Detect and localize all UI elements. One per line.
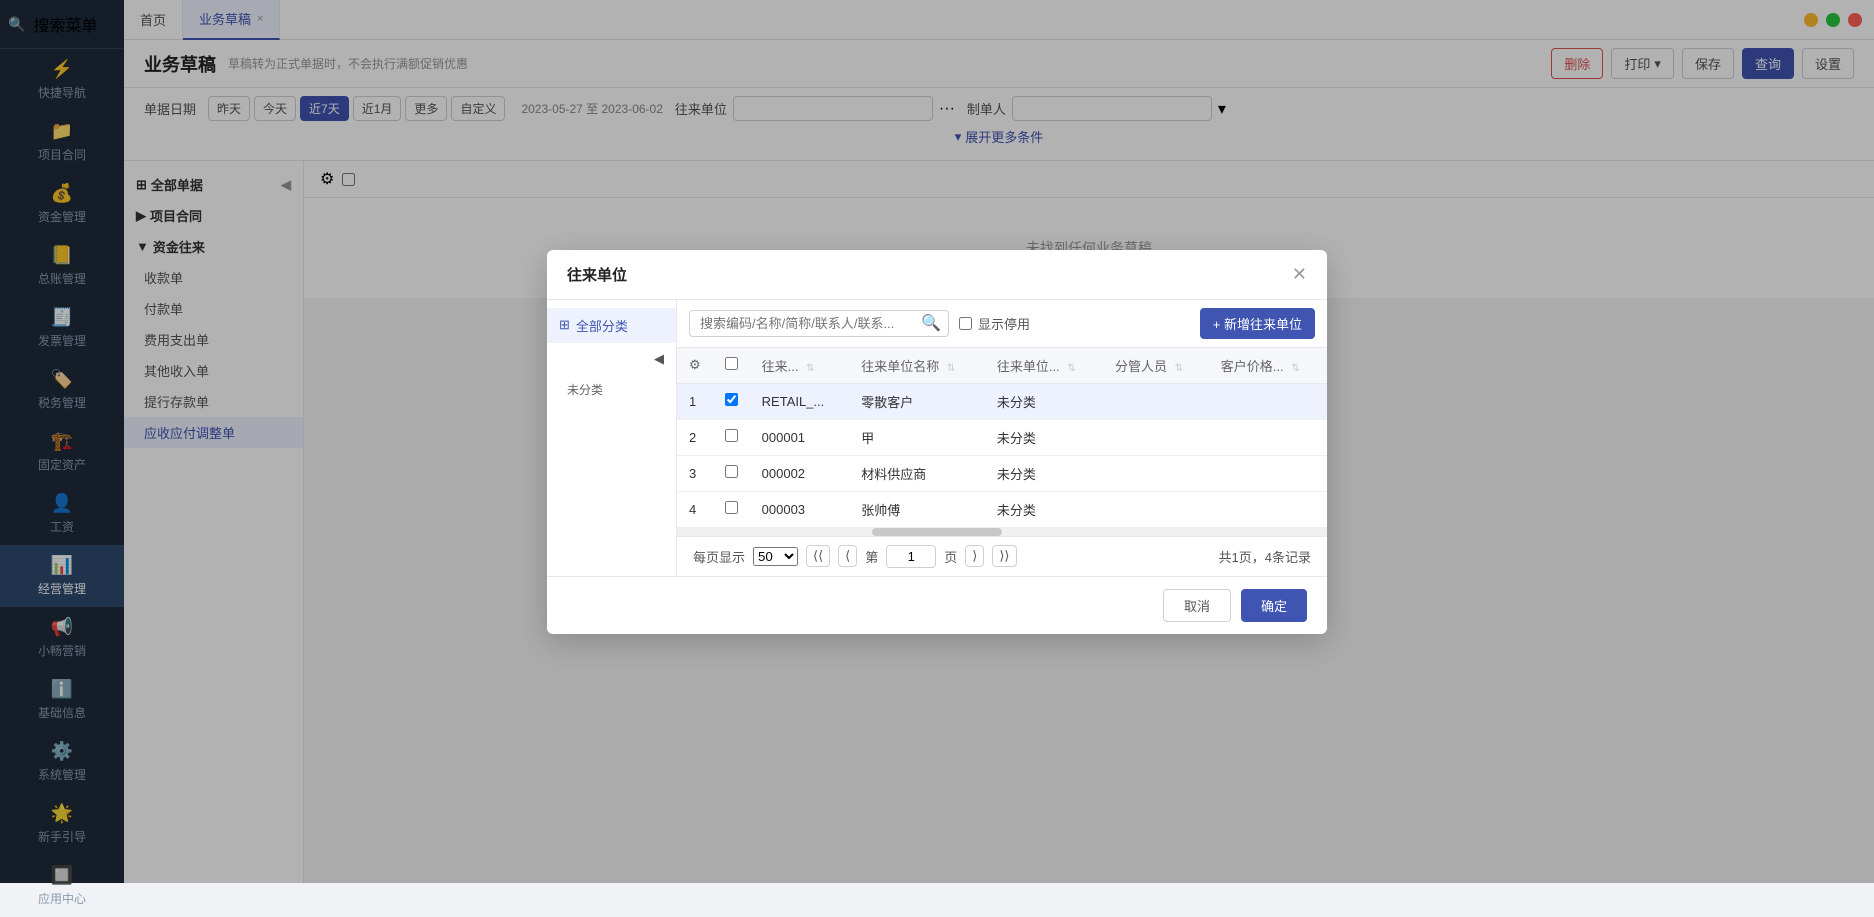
page-number-input[interactable] <box>886 545 936 568</box>
row-category: 未分类 <box>985 419 1103 455</box>
row-checkbox[interactable] <box>713 419 750 455</box>
per-page-select[interactable]: 50 10 20 100 <box>753 547 798 566</box>
dialog-sidebar-collapse-btn[interactable]: ◀ <box>547 343 676 375</box>
row-code: RETAIL_... <box>750 383 850 419</box>
row-price-cat <box>1209 455 1327 491</box>
prev-page-button[interactable]: ⟨ <box>838 545 857 567</box>
page-label: 第 <box>865 547 878 566</box>
row-checkbox[interactable] <box>713 383 750 419</box>
modal-overlay: 往来单位 ✕ ⊞ 全部分类 ◀ 未分类 <box>0 0 1874 883</box>
row-name: 零散客户 <box>849 383 985 419</box>
row-name: 张帅傅 <box>849 491 985 527</box>
show-disabled-wrap: 显示停用 <box>959 314 1030 333</box>
dialog-table-wrap: ⚙ 往来... ⇅ 往来单位名称 ⇅ 往来单位... ⇅ 分管人员 ⇅ 客户价格… <box>677 348 1327 528</box>
per-page-label: 每页显示 <box>693 547 745 566</box>
row-price-cat <box>1209 419 1327 455</box>
horizontal-scrollbar[interactable] <box>677 528 1327 536</box>
row-checkbox[interactable] <box>713 491 750 527</box>
dialog-sidebar-uncategorized[interactable]: 未分类 <box>547 375 676 404</box>
show-disabled-checkbox[interactable] <box>959 317 972 330</box>
dialog-table-row[interactable]: 2 000001 甲 未分类 <box>677 419 1327 455</box>
col-price-header: 客户价格... ⇅ <box>1209 348 1327 384</box>
col-category-header: 往来单位... ⇅ <box>985 348 1103 384</box>
row-price-cat <box>1209 491 1327 527</box>
dialog-search-input[interactable] <box>689 310 949 337</box>
collapse-icon: ◀ <box>654 351 664 367</box>
next-page-button[interactable]: ⟩ <box>965 545 984 567</box>
dialog-toolbar: 🔍 显示停用 + 新增往来单位 <box>677 300 1327 348</box>
select-all-dialog[interactable] <box>725 357 738 370</box>
dialog-footer: 取消 确定 <box>547 576 1327 634</box>
row-manager <box>1103 419 1209 455</box>
cancel-button[interactable]: 取消 <box>1163 589 1231 622</box>
row-category: 未分类 <box>985 383 1103 419</box>
dialog-close-button[interactable]: ✕ <box>1292 264 1307 285</box>
row-name: 甲 <box>849 419 985 455</box>
row-code: 000002 <box>750 455 850 491</box>
row-manager <box>1103 383 1209 419</box>
search-wrap: 🔍 <box>689 310 949 337</box>
dialog-table-row[interactable]: 3 000002 材料供应商 未分类 <box>677 455 1327 491</box>
dialog-content: 🔍 显示停用 + 新增往来单位 ⚙ <box>677 300 1327 576</box>
row-manager <box>1103 491 1209 527</box>
col-checkbox-header <box>713 348 750 384</box>
table-header-row: ⚙ 往来... ⇅ 往来单位名称 ⇅ 往来单位... ⇅ 分管人员 ⇅ 客户价格… <box>677 348 1327 384</box>
row-price-cat <box>1209 383 1327 419</box>
dialog-table-row[interactable]: 4 000003 张帅傅 未分类 <box>677 491 1327 527</box>
row-no: 2 <box>677 419 713 455</box>
row-category: 未分类 <box>985 455 1103 491</box>
scrollbar-thumb[interactable] <box>872 528 1002 536</box>
page-suffix: 页 <box>944 547 957 566</box>
dialog-header: 往来单位 ✕ <box>547 250 1327 300</box>
row-no: 4 <box>677 491 713 527</box>
col-manager-header: 分管人员 ⇅ <box>1103 348 1209 384</box>
add-partner-button[interactable]: + 新增往来单位 <box>1200 308 1315 339</box>
col-name-header: 往来单位名称 ⇅ <box>849 348 985 384</box>
last-page-button[interactable]: ⟩⟩ <box>992 545 1016 567</box>
first-page-button[interactable]: ⟨⟨ <box>806 545 830 567</box>
dialog-sidebar-all-category[interactable]: ⊞ 全部分类 <box>547 308 676 343</box>
total-info: 共1页，4条记录 <box>1219 547 1311 566</box>
dialog-sidebar: ⊞ 全部分类 ◀ 未分类 <box>547 300 677 576</box>
dialog-body: ⊞ 全部分类 ◀ 未分类 🔍 显示停用 <box>547 300 1327 576</box>
row-code: 000001 <box>750 419 850 455</box>
row-manager <box>1103 455 1209 491</box>
search-icon[interactable]: 🔍 <box>921 313 941 333</box>
partner-dialog: 往来单位 ✕ ⊞ 全部分类 ◀ 未分类 <box>547 250 1327 634</box>
dialog-table-row[interactable]: 1 RETAIL_... 零散客户 未分类 <box>677 383 1327 419</box>
col-code-header: 往来... ⇅ <box>750 348 850 384</box>
dialog-title: 往来单位 <box>567 264 627 285</box>
row-code: 000003 <box>750 491 850 527</box>
show-disabled-label: 显示停用 <box>978 314 1030 333</box>
row-name: 材料供应商 <box>849 455 985 491</box>
dialog-table: ⚙ 往来... ⇅ 往来单位名称 ⇅ 往来单位... ⇅ 分管人员 ⇅ 客户价格… <box>677 348 1327 528</box>
row-category: 未分类 <box>985 491 1103 527</box>
row-no: 1 <box>677 383 713 419</box>
col-settings-icon: ⚙ <box>677 348 713 384</box>
confirm-button[interactable]: 确定 <box>1241 589 1307 622</box>
row-no: 3 <box>677 455 713 491</box>
row-checkbox[interactable] <box>713 455 750 491</box>
dialog-pagination: 每页显示 50 10 20 100 ⟨⟨ ⟨ 第 页 ⟩ ⟩⟩ 共1页，4条记录 <box>677 536 1327 576</box>
grid-icon: ⊞ <box>559 317 570 333</box>
